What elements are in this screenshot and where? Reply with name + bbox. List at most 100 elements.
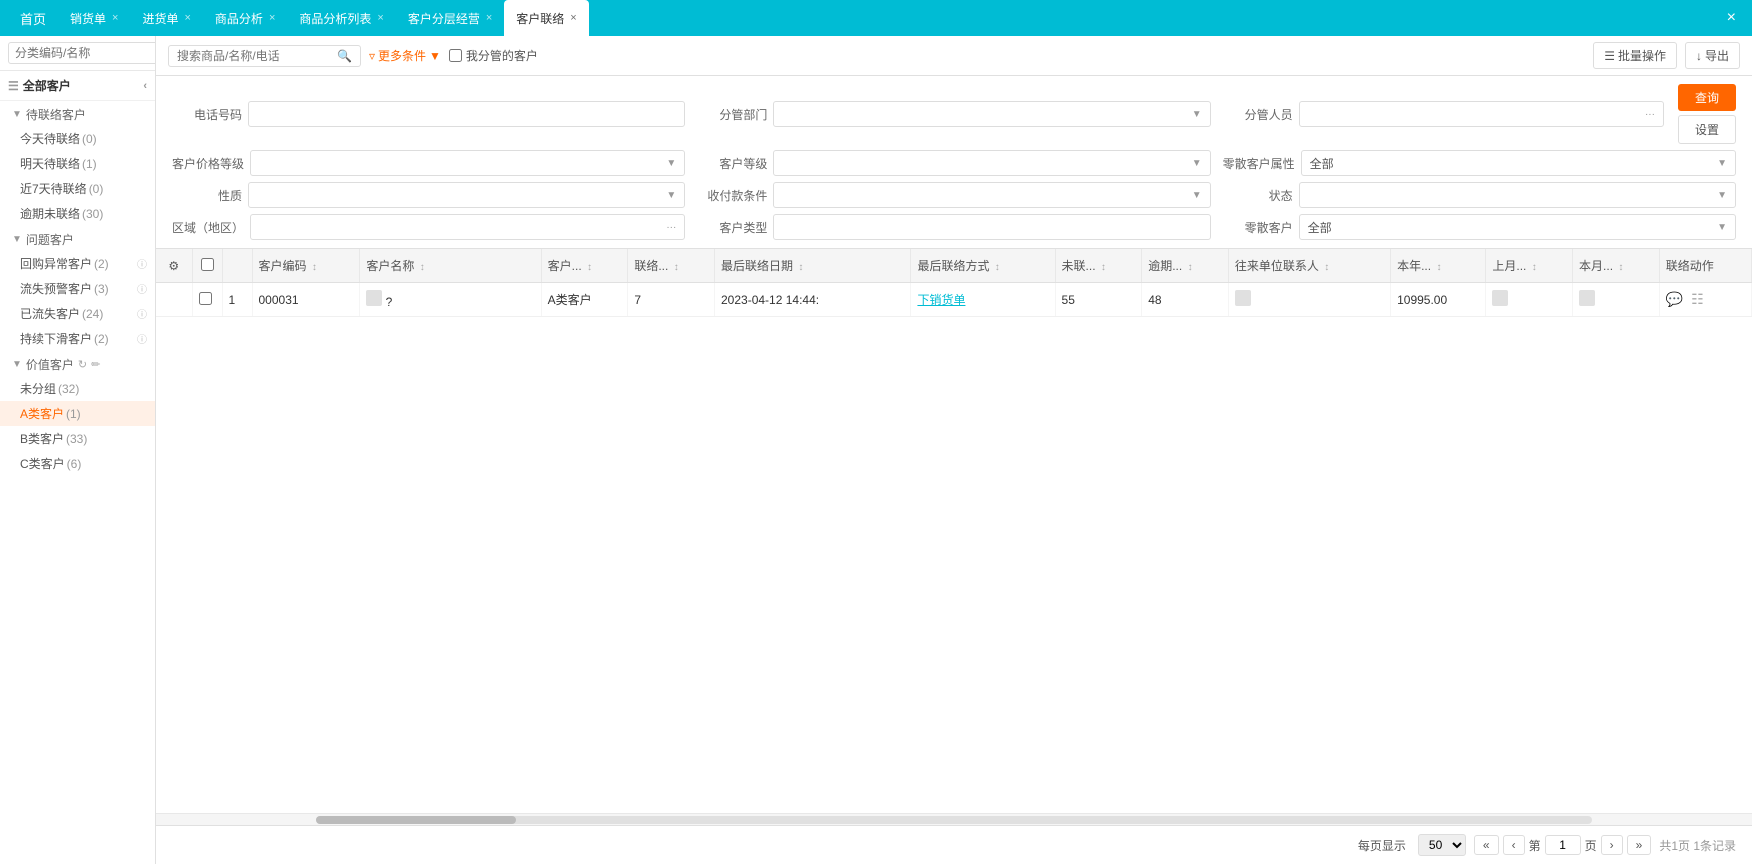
phone-label: 电话号码 <box>172 106 242 123</box>
retail-attr-select[interactable]: 全部▼ <box>1301 150 1736 176</box>
table-container: ⚙ 客户编码 ↕ 客户名称 ↕ <box>156 249 1752 813</box>
manager-input[interactable]: ··· <box>1299 101 1664 127</box>
sidebar-item-tomorrow[interactable]: 明天待联络 (1) <box>0 151 155 176</box>
problem-customers-group[interactable]: ▼ 问题客户 <box>0 226 155 251</box>
value-customers-group[interactable]: ▼ 价值客户 ↻ ✏ <box>0 351 155 376</box>
first-page-button[interactable]: « <box>1474 835 1499 855</box>
sidebar-item-unclassified[interactable]: 未分组 (32) <box>0 376 155 401</box>
edit-icon[interactable]: ✏ <box>91 358 100 371</box>
batch-operation-button[interactable]: ☰ 批量操作 <box>1593 42 1677 69</box>
query-button[interactable]: 查询 <box>1678 84 1736 111</box>
th-code[interactable]: 客户编码 ↕ <box>252 249 360 283</box>
th-last-contact-date[interactable]: 最后联络日期 ↕ <box>715 249 911 283</box>
close-segment-tab[interactable]: × <box>486 12 492 24</box>
last-page-button[interactable]: » <box>1627 835 1652 855</box>
nav-tab-analysis[interactable]: 商品分析 × <box>203 0 287 36</box>
th-category[interactable]: 客户... ↕ <box>541 249 628 283</box>
td-code: 000031 <box>252 283 360 317</box>
th-last-contact-method[interactable]: 最后联络方式 ↕ <box>911 249 1055 283</box>
th-contact[interactable]: 联络... ↕ <box>628 249 715 283</box>
sort-name-icon: ↕ <box>420 262 425 273</box>
my-customers-checkbox[interactable] <box>449 49 462 62</box>
sidebar-item-a-class[interactable]: A类客户 (1) <box>0 401 155 426</box>
sidebar-item-c-class[interactable]: C类客户 (6) <box>0 451 155 476</box>
retail-attr-label: 零散客户属性 <box>1223 155 1295 172</box>
th-this-year[interactable]: 本年... ↕ <box>1391 249 1486 283</box>
more-filters-button[interactable]: ▿ 更多条件 ▼ <box>369 47 441 64</box>
sidebar-item-overdue[interactable]: 逾期未联络 (30) <box>0 201 155 226</box>
price-grade-select[interactable]: ▼ <box>250 150 685 176</box>
nav-tab-analysis-list[interactable]: 商品分析列表 × <box>287 0 395 36</box>
region-input[interactable]: ··· <box>250 214 685 240</box>
filter-search-icon[interactable]: 🔍 <box>337 49 352 63</box>
th-no-contact[interactable]: 未联... ↕ <box>1055 249 1142 283</box>
pending-contact-group[interactable]: ▼ 待联络客户 <box>0 101 155 126</box>
sidebar-item-declining[interactable]: 持续下滑客户 (2) ⓘ <box>0 326 155 351</box>
sidebar-collapse-btn[interactable]: ‹ <box>143 80 147 92</box>
qrcode-icon[interactable]: ☷ <box>1691 291 1704 308</box>
scroll-thumb[interactable] <box>316 816 516 824</box>
nav-tab-sales[interactable]: 销货单 × <box>58 0 130 36</box>
refresh-icon[interactable]: ↻ <box>78 358 87 371</box>
next-page-button[interactable]: › <box>1601 835 1623 855</box>
th-this-month[interactable]: 本月... ↕ <box>1573 249 1660 283</box>
customer-grade-label: 客户等级 <box>697 155 767 172</box>
chat-icon[interactable]: 💬 <box>1666 291 1683 308</box>
th-unit-contact[interactable]: 往来单位联系人 ↕ <box>1228 249 1390 283</box>
all-customers-header[interactable]: ☰ 全部客户 ‹ <box>0 71 155 101</box>
filter-action-buttons: 查询 设置 <box>1678 84 1736 144</box>
retail-customer-select[interactable]: 全部▼ <box>1299 214 1736 240</box>
th-overdue[interactable]: 逾期... ↕ <box>1142 249 1229 283</box>
last-contact-method-link[interactable]: 下销货单 <box>917 293 965 307</box>
status-select[interactable]: ▼ <box>1299 182 1736 208</box>
sidebar-item-today[interactable]: 今天待联络 (0) <box>0 126 155 151</box>
prev-page-button[interactable]: ‹ <box>1503 835 1525 855</box>
close-purchase-tab[interactable]: × <box>184 12 190 24</box>
td-last-month <box>1486 283 1573 317</box>
sidebar-item-7days[interactable]: 近7天待联络 (0) <box>0 176 155 201</box>
th-name[interactable]: 客户名称 ↕ <box>360 249 541 283</box>
filter-payment: 收付款条件 ▼ <box>697 182 1210 208</box>
nav-tab-customer-contact[interactable]: 客户联络 × <box>504 0 588 36</box>
page-number-input[interactable] <box>1545 835 1581 855</box>
page-label: 第 <box>1529 837 1541 854</box>
sidebar-item-b-class[interactable]: B类客户 (33) <box>0 426 155 451</box>
close-analysis-list-tab[interactable]: × <box>377 12 383 24</box>
td-this-year: 10995.00 <box>1391 283 1486 317</box>
th-settings[interactable]: ⚙ <box>156 249 192 283</box>
nav-home[interactable]: 首页 <box>8 9 58 28</box>
phone-input[interactable] <box>248 101 685 127</box>
th-last-month[interactable]: 上月... ↕ <box>1486 249 1573 283</box>
customer-grade-select[interactable]: ▼ <box>773 150 1210 176</box>
sidebar-item-repurchase-abnormal[interactable]: 回购异常客户 (2) ⓘ <box>0 251 155 276</box>
my-customers-label: 我分管的客户 <box>466 47 538 64</box>
nav-tab-customer-segment[interactable]: 客户分层经营 × <box>396 0 504 36</box>
customer-type-input[interactable] <box>773 214 1210 240</box>
filter-search-input[interactable] <box>177 49 337 63</box>
sort-thismonth-icon: ↕ <box>1618 262 1623 273</box>
nature-select[interactable]: ▼ <box>248 182 685 208</box>
per-page-select[interactable]: 50 <box>1418 834 1466 856</box>
manager-label: 分管人员 <box>1223 106 1293 123</box>
nav-tab-purchase[interactable]: 进货单 × <box>130 0 202 36</box>
export-button[interactable]: ↓ 导出 <box>1685 42 1740 69</box>
close-sales-tab[interactable]: × <box>112 12 118 24</box>
td-last-contact-method: 下销货单 <box>911 283 1055 317</box>
unit-contact-bar <box>1235 290 1251 306</box>
sidebar-search-input[interactable] <box>8 42 156 64</box>
nature-arrow: ▼ <box>666 190 676 201</box>
sort-contact-icon: ↕ <box>674 262 679 273</box>
row-checkbox[interactable] <box>199 292 212 305</box>
close-analysis-tab[interactable]: × <box>269 12 275 24</box>
close-contact-tab[interactable]: × <box>570 12 576 24</box>
top-close-button[interactable]: × <box>1719 9 1744 27</box>
th-checkbox[interactable] <box>192 249 222 283</box>
sidebar-item-churn-warning[interactable]: 流失预警客户 (3) ⓘ <box>0 276 155 301</box>
sidebar-item-churned[interactable]: 已流失客户 (24) ⓘ <box>0 301 155 326</box>
settings-button[interactable]: 设置 <box>1678 115 1736 144</box>
payment-select[interactable]: ▼ <box>773 182 1210 208</box>
td-actions: 💬 ☷ <box>1659 283 1751 317</box>
dept-select[interactable]: ▼ <box>773 101 1210 127</box>
my-customers-checkbox-area: 我分管的客户 <box>449 47 538 64</box>
select-all-checkbox[interactable] <box>201 258 214 271</box>
